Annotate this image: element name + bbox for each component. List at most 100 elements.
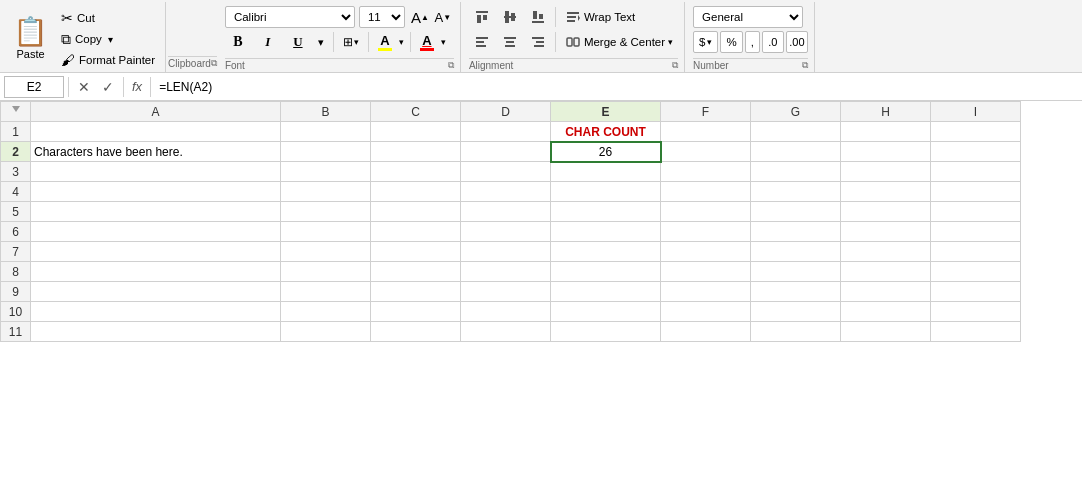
cell-g1[interactable] [751,122,841,142]
cell-g2[interactable] [751,142,841,162]
align-bottom-button[interactable] [525,6,551,28]
cell-d3[interactable] [461,162,551,182]
paste-button[interactable]: 📋 Paste [8,6,53,72]
align-right-button[interactable] [525,31,551,53]
cell-d8[interactable] [461,262,551,282]
bold-button[interactable]: B [225,31,251,53]
alignment-expand-icon[interactable]: ⧉ [672,60,678,71]
cell-h8[interactable] [841,262,931,282]
cell-g9[interactable] [751,282,841,302]
increase-decimal-button[interactable]: .0 [762,31,784,53]
cell-c8[interactable] [371,262,461,282]
cell-f1[interactable] [661,122,751,142]
cell-d5[interactable] [461,202,551,222]
cell-a2[interactable]: Characters have been here. [31,142,281,162]
cell-a4[interactable] [31,182,281,202]
cell-h10[interactable] [841,302,931,322]
cell-b11[interactable] [281,322,371,342]
cell-e10[interactable] [551,302,661,322]
cell-h3[interactable] [841,162,931,182]
cell-a7[interactable] [31,242,281,262]
col-header-b[interactable]: B [281,102,371,122]
col-header-h[interactable]: H [841,102,931,122]
cell-b8[interactable] [281,262,371,282]
row-header-8[interactable]: 8 [1,262,31,282]
cell-b5[interactable] [281,202,371,222]
corner-header[interactable] [1,102,31,122]
cell-g11[interactable] [751,322,841,342]
cell-f4[interactable] [661,182,751,202]
cell-h9[interactable] [841,282,931,302]
col-header-f[interactable]: F [661,102,751,122]
col-header-a[interactable]: A [31,102,281,122]
cancel-formula-button[interactable]: ✕ [73,76,95,98]
cell-i9[interactable] [931,282,1021,302]
cut-button[interactable]: ✂ Cut [57,8,159,28]
confirm-formula-button[interactable]: ✓ [97,76,119,98]
underline-dropdown[interactable]: ▾ [315,34,327,51]
copy-button[interactable]: ⧉ Copy ▾ [57,29,159,50]
cell-e2[interactable]: 26 [551,142,661,162]
cell-b7[interactable] [281,242,371,262]
cell-g5[interactable] [751,202,841,222]
cell-h6[interactable] [841,222,931,242]
row-header-4[interactable]: 4 [1,182,31,202]
cell-c6[interactable] [371,222,461,242]
font-expand-icon[interactable]: ⧉ [448,60,454,71]
cell-f10[interactable] [661,302,751,322]
align-top-button[interactable] [469,6,495,28]
cell-reference-box[interactable]: E2 [4,76,64,98]
cell-g4[interactable] [751,182,841,202]
cell-a1[interactable] [31,122,281,142]
align-middle-button[interactable] [497,6,523,28]
cell-b3[interactable] [281,162,371,182]
row-header-3[interactable]: 3 [1,162,31,182]
row-header-2[interactable]: 2 [1,142,31,162]
cell-e8[interactable] [551,262,661,282]
cell-a11[interactable] [31,322,281,342]
cell-h4[interactable] [841,182,931,202]
cell-h1[interactable] [841,122,931,142]
cell-d11[interactable] [461,322,551,342]
cell-i7[interactable] [931,242,1021,262]
cell-i4[interactable] [931,182,1021,202]
cell-b2[interactable] [281,142,371,162]
row-header-10[interactable]: 10 [1,302,31,322]
font-size-select[interactable]: 11 [359,6,405,28]
align-left-button[interactable] [469,31,495,53]
number-expand-icon[interactable]: ⧉ [802,60,808,71]
decrease-font-button[interactable]: A▼ [432,6,454,28]
cell-g10[interactable] [751,302,841,322]
col-header-g[interactable]: G [751,102,841,122]
cell-i11[interactable] [931,322,1021,342]
cell-h11[interactable] [841,322,931,342]
cell-f6[interactable] [661,222,751,242]
col-header-e[interactable]: E [551,102,661,122]
cell-d2[interactable] [461,142,551,162]
percent-button[interactable]: % [720,31,742,53]
cell-e11[interactable] [551,322,661,342]
row-header-11[interactable]: 11 [1,322,31,342]
cell-e9[interactable] [551,282,661,302]
wrap-text-button[interactable]: Wrap Text [560,6,640,28]
number-format-select[interactable]: General [693,6,803,28]
col-header-c[interactable]: C [371,102,461,122]
cell-e5[interactable] [551,202,661,222]
cell-g8[interactable] [751,262,841,282]
increase-font-button[interactable]: A▲ [409,6,431,28]
cell-d9[interactable] [461,282,551,302]
cell-i8[interactable] [931,262,1021,282]
cell-b4[interactable] [281,182,371,202]
cell-c4[interactable] [371,182,461,202]
cell-a6[interactable] [31,222,281,242]
row-header-1[interactable]: 1 [1,122,31,142]
cell-g7[interactable] [751,242,841,262]
borders-button[interactable]: ⊞ ▾ [340,33,362,51]
cell-a8[interactable] [31,262,281,282]
comma-button[interactable]: , [745,31,760,53]
cell-h5[interactable] [841,202,931,222]
formula-input[interactable] [155,76,1078,98]
cell-c1[interactable] [371,122,461,142]
cell-f11[interactable] [661,322,751,342]
row-header-9[interactable]: 9 [1,282,31,302]
